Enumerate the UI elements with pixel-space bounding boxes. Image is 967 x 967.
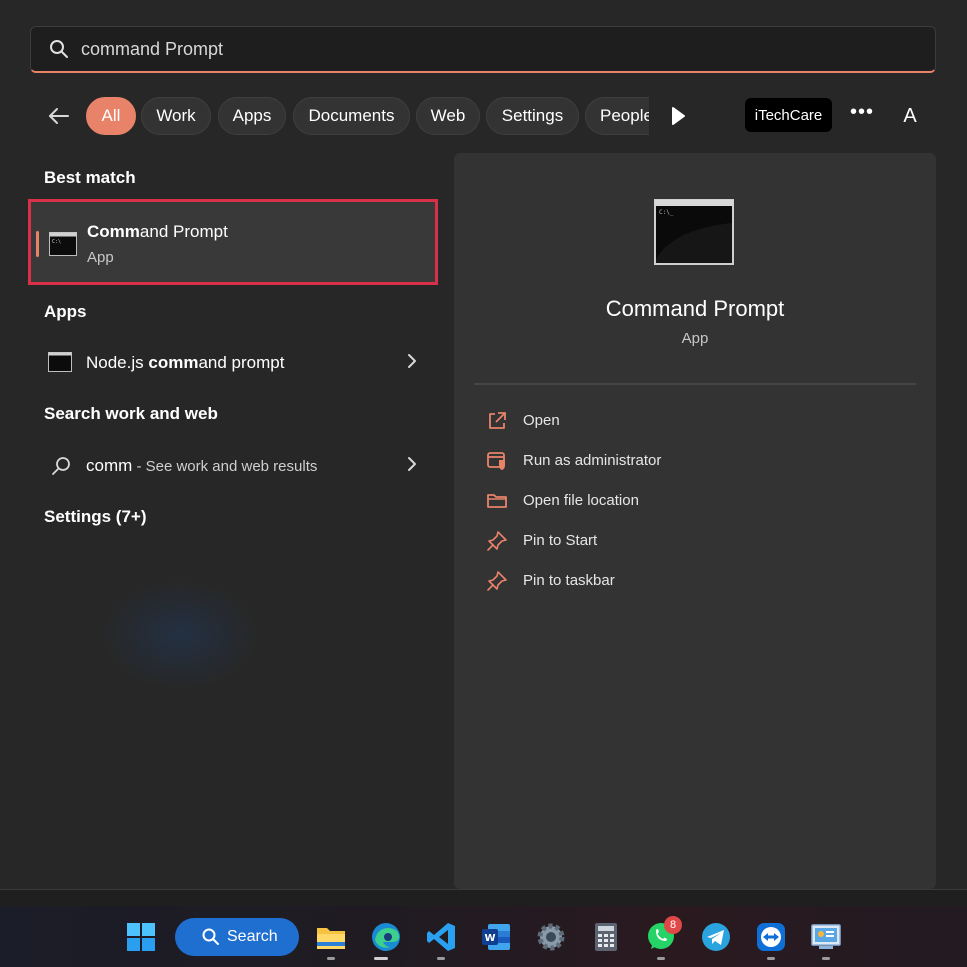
- shield-admin-icon: [487, 452, 505, 470]
- svg-text:C:\: C:\: [52, 239, 61, 245]
- running-indicator: [437, 957, 445, 960]
- settings-icon[interactable]: [534, 920, 568, 954]
- detail-panel: C:\_ Command Prompt App Open Run as admi…: [454, 153, 936, 889]
- best-match-name-rest: and Prompt: [139, 222, 228, 241]
- action-pin-to-taskbar[interactable]: Pin to taskbar: [486, 568, 886, 596]
- filter-chip-apps[interactable]: Apps: [218, 97, 286, 135]
- filter-chip-documents[interactable]: Documents: [293, 97, 410, 135]
- detail-title: Command Prompt: [605, 296, 785, 321]
- notification-badge: 8: [664, 916, 682, 934]
- nodejs-command-prompt-icon: [48, 352, 72, 372]
- search-box[interactable]: [30, 26, 936, 73]
- open-external-icon: [489, 412, 506, 429]
- taskbar-search-label: Search: [227, 928, 278, 945]
- running-indicator: [327, 957, 335, 960]
- best-match-heading: Best match: [44, 168, 136, 187]
- list-item-label: Node.js command prompt: [86, 353, 284, 373]
- best-match-type: App: [87, 249, 114, 266]
- control-panel-icon[interactable]: [809, 920, 843, 954]
- filter-chip-people[interactable]: People: [585, 97, 649, 135]
- back-arrow-icon[interactable]: [44, 101, 74, 131]
- best-match-name-bold: Comm: [87, 222, 140, 241]
- best-match-result[interactable]: C:\ Command Prompt App: [28, 199, 438, 285]
- filter-chip-all[interactable]: All: [86, 97, 136, 135]
- scroll-right-icon[interactable]: [667, 104, 689, 128]
- running-indicator: [657, 957, 665, 960]
- search-icon: [52, 457, 70, 475]
- pin-icon: [487, 531, 507, 551]
- action-open[interactable]: Open: [486, 408, 886, 436]
- running-indicator: [374, 957, 388, 960]
- list-item-bold: comm: [148, 353, 199, 372]
- search-web-heading: Search work and web: [44, 404, 218, 423]
- running-indicator: [822, 957, 830, 960]
- action-label: Pin to taskbar: [523, 572, 615, 589]
- action-pin-to-start[interactable]: Pin to Start: [486, 528, 886, 556]
- calculator-icon[interactable]: [589, 920, 623, 954]
- divider: [474, 383, 916, 385]
- word-icon[interactable]: W: [479, 920, 513, 954]
- teamviewer-icon[interactable]: [754, 920, 788, 954]
- file-explorer-icon[interactable]: [314, 920, 348, 954]
- filter-chip-web[interactable]: Web: [416, 97, 480, 135]
- action-label: Open: [523, 412, 560, 429]
- pin-icon: [487, 571, 507, 591]
- apps-heading: Apps: [44, 302, 87, 321]
- list-item-nodejs-command-prompt[interactable]: Node.js command prompt: [36, 343, 436, 383]
- command-prompt-large-icon: C:\_: [654, 199, 734, 265]
- action-label: Run as administrator: [523, 452, 662, 469]
- telegram-icon[interactable]: [699, 920, 733, 954]
- search-icon: [50, 40, 68, 58]
- running-indicator: [767, 957, 775, 960]
- command-prompt-icon: C:\: [49, 232, 77, 256]
- action-label: Pin to Start: [523, 532, 598, 549]
- list-item-rest: and prompt: [198, 353, 285, 372]
- edge-icon[interactable]: [369, 920, 403, 954]
- svg-text:C:\_: C:\_: [659, 209, 674, 216]
- list-item-web-search[interactable]: comm - See work and web results: [36, 446, 436, 486]
- folder-icon: [487, 494, 507, 508]
- best-match-name: Command Prompt: [87, 222, 228, 242]
- brand-badge: iTechCare: [745, 98, 832, 132]
- web-search-query: comm: [86, 456, 133, 475]
- filter-bar: All Work Apps Documents Web Settings Peo…: [0, 95, 967, 137]
- filter-chip-work[interactable]: Work: [141, 97, 211, 135]
- search-input[interactable]: [81, 35, 881, 63]
- action-label: Open file location: [523, 492, 639, 509]
- start-menu-search-panel: All Work Apps Documents Web Settings Peo…: [0, 0, 967, 890]
- chevron-right-icon[interactable]: [406, 456, 418, 472]
- web-search-hint: - See work and web results: [132, 458, 318, 475]
- detail-type: App: [681, 330, 709, 347]
- list-item-prefix: Node.js: [86, 353, 149, 372]
- avatar[interactable]: A: [897, 103, 923, 129]
- action-run-as-admin[interactable]: Run as administrator: [486, 448, 886, 476]
- taskbar: Search W 8: [0, 906, 967, 967]
- action-open-file-location[interactable]: Open file location: [486, 488, 886, 516]
- chevron-right-icon[interactable]: [406, 353, 418, 369]
- background-glow: [100, 580, 260, 690]
- search-icon: [202, 928, 219, 945]
- svg-text:W: W: [485, 933, 496, 944]
- web-search-label: comm - See work and web results: [86, 456, 317, 476]
- more-options-icon[interactable]: •••: [848, 102, 876, 127]
- vscode-icon[interactable]: [424, 920, 458, 954]
- selection-indicator: [36, 231, 39, 257]
- filter-chip-settings[interactable]: Settings: [486, 97, 579, 135]
- taskbar-search-button[interactable]: Search: [175, 918, 299, 956]
- settings-heading[interactable]: Settings (7+): [44, 507, 147, 527]
- start-icon[interactable]: [124, 920, 158, 954]
